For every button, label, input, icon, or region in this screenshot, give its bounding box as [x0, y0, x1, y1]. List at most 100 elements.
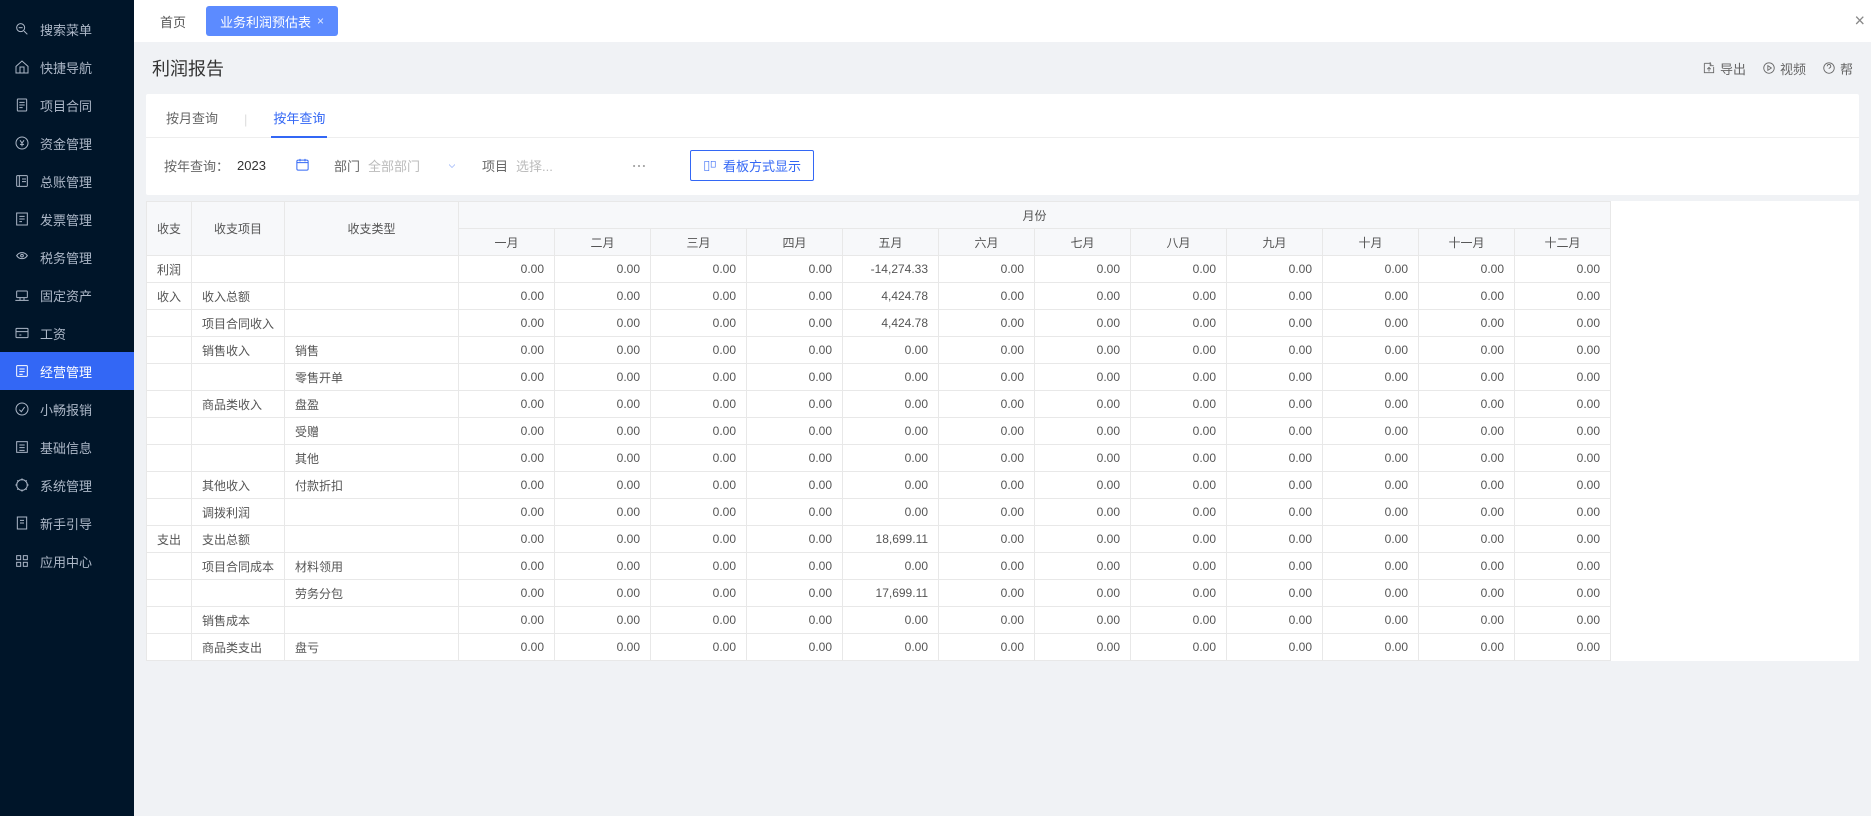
cell-val: 0.00 — [843, 607, 939, 634]
cell-val: 0.00 — [939, 337, 1035, 364]
cell-type: 其他 — [285, 445, 459, 472]
sidebar-item-label: 应用中心 — [40, 552, 92, 571]
sidebar-item-14[interactable]: 应用中心 — [0, 542, 134, 580]
cell-val: 0.00 — [1515, 607, 1611, 634]
cell-val: 0.00 — [747, 607, 843, 634]
video-button[interactable]: 视频 — [1762, 59, 1806, 78]
chevron-down-icon — [446, 160, 458, 172]
sidebar-item-0[interactable]: 搜索菜单 — [0, 10, 134, 48]
cell-val: 0.00 — [1131, 391, 1227, 418]
cell-val: 0.00 — [555, 418, 651, 445]
sidebar-item-5[interactable]: 发票管理 — [0, 200, 134, 238]
sidebar-item-8[interactable]: 工资 — [0, 314, 134, 352]
table-row: 项目合同成本材料领用0.000.000.000.000.000.000.000.… — [147, 553, 1611, 580]
sidebar-item-11[interactable]: 基础信息 — [0, 428, 134, 466]
sys-icon — [14, 477, 30, 493]
calendar-icon[interactable] — [295, 157, 310, 175]
cell-val: 0.00 — [1227, 337, 1323, 364]
cell-val: 0.00 — [555, 337, 651, 364]
sidebar-item-1[interactable]: 快捷导航 — [0, 48, 134, 86]
project-select[interactable]: 选择... — [516, 156, 646, 175]
cell-val: 0.00 — [843, 418, 939, 445]
tab-home[interactable]: 首页 — [146, 6, 200, 36]
th-month-11: 十一月 — [1419, 229, 1515, 256]
cell-val: 0.00 — [1131, 418, 1227, 445]
cell-val: 0.00 — [939, 445, 1035, 472]
th-month-6: 六月 — [939, 229, 1035, 256]
sidebar-item-9[interactable]: 经营管理 — [0, 352, 134, 390]
cell-val: 0.00 — [747, 634, 843, 661]
ledger-icon — [14, 173, 30, 189]
sidebar-item-label: 总账管理 — [40, 172, 92, 191]
cell-type — [285, 499, 459, 526]
sidebar-item-4[interactable]: 总账管理 — [0, 162, 134, 200]
table-row: 利润0.000.000.000.00-14,274.330.000.000.00… — [147, 256, 1611, 283]
cell-cat — [147, 580, 192, 607]
dept-label: 部门 — [334, 156, 360, 175]
file-icon — [14, 97, 30, 113]
kanban-button[interactable]: 看板方式显示 — [690, 150, 814, 181]
cell-val: 0.00 — [651, 391, 747, 418]
cell-val: 0.00 — [459, 607, 555, 634]
cell-cat — [147, 634, 192, 661]
close-icon[interactable]: × — [317, 14, 324, 28]
cell-val: 0.00 — [939, 256, 1035, 283]
subtab-year[interactable]: 按年查询 — [271, 102, 327, 137]
asset-icon — [14, 287, 30, 303]
salary-icon — [14, 325, 30, 341]
cell-val: 0.00 — [459, 634, 555, 661]
close-all-icon[interactable]: × — [1854, 11, 1865, 32]
th-month-2: 二月 — [555, 229, 651, 256]
tab-profit-estimate[interactable]: 业务利润预估表 × — [206, 6, 338, 36]
th-month-5: 五月 — [843, 229, 939, 256]
th-month-3: 三月 — [651, 229, 747, 256]
cell-val: 0.00 — [747, 472, 843, 499]
table-row: 商品类支出盘亏0.000.000.000.000.000.000.000.000… — [147, 634, 1611, 661]
sidebar-item-10[interactable]: 小畅报销 — [0, 390, 134, 428]
subtab-month[interactable]: 按月查询 — [164, 102, 220, 137]
cell-val: 4,424.78 — [843, 310, 939, 337]
export-button[interactable]: 导出 — [1702, 59, 1746, 78]
cell-val: 0.00 — [1035, 283, 1131, 310]
cell-val: 0.00 — [1323, 499, 1419, 526]
cell-val: 0.00 — [459, 526, 555, 553]
cell-val: 0.00 — [1227, 256, 1323, 283]
cell-type: 受赠 — [285, 418, 459, 445]
th-month-7: 七月 — [1035, 229, 1131, 256]
cell-val: 0.00 — [1227, 364, 1323, 391]
table-row: 销售成本0.000.000.000.000.000.000.000.000.00… — [147, 607, 1611, 634]
sidebar-item-2[interactable]: 项目合同 — [0, 86, 134, 124]
sidebar-item-12[interactable]: 系统管理 — [0, 466, 134, 504]
report-icon — [14, 401, 30, 417]
cell-val: 0.00 — [1227, 310, 1323, 337]
cell-val: 0.00 — [1419, 607, 1515, 634]
query-mode-tabs: 按月查询 | 按年查询 — [146, 94, 1859, 138]
cell-val: 0.00 — [459, 283, 555, 310]
sidebar-item-label: 系统管理 — [40, 476, 92, 495]
cell-item: 收入总额 — [192, 283, 285, 310]
year-input[interactable] — [237, 158, 287, 174]
dept-select[interactable]: 全部部门 — [368, 156, 458, 175]
cell-val: 0.00 — [1419, 283, 1515, 310]
cell-item: 其他收入 — [192, 472, 285, 499]
sidebar-item-3[interactable]: 资金管理 — [0, 124, 134, 162]
sidebar-item-7[interactable]: 固定资产 — [0, 276, 134, 314]
cell-val: 0.00 — [1131, 526, 1227, 553]
cell-val: 0.00 — [1515, 553, 1611, 580]
cell-val: 0.00 — [555, 499, 651, 526]
cell-val: 0.00 — [1419, 634, 1515, 661]
report-table-wrap[interactable]: 收支 收支项目 收支类型 月份 一月二月三月四月五月六月七月八月九月十月十一月十… — [146, 201, 1859, 661]
separator: | — [244, 112, 247, 127]
sidebar: 搜索菜单快捷导航项目合同资金管理总账管理发票管理税务管理固定资产工资经营管理小畅… — [0, 0, 134, 816]
cell-val: 0.00 — [1227, 283, 1323, 310]
cell-val: 4,424.78 — [843, 283, 939, 310]
cell-val: 0.00 — [1035, 310, 1131, 337]
cell-val: 0.00 — [1419, 445, 1515, 472]
sidebar-item-6[interactable]: 税务管理 — [0, 238, 134, 276]
cell-val: 0.00 — [1323, 364, 1419, 391]
sidebar-item-label: 资金管理 — [40, 134, 92, 153]
help-button[interactable]: 帮 — [1822, 59, 1853, 78]
cell-val: 0.00 — [651, 445, 747, 472]
table-row: 调拨利润0.000.000.000.000.000.000.000.000.00… — [147, 499, 1611, 526]
sidebar-item-13[interactable]: 新手引导 — [0, 504, 134, 542]
